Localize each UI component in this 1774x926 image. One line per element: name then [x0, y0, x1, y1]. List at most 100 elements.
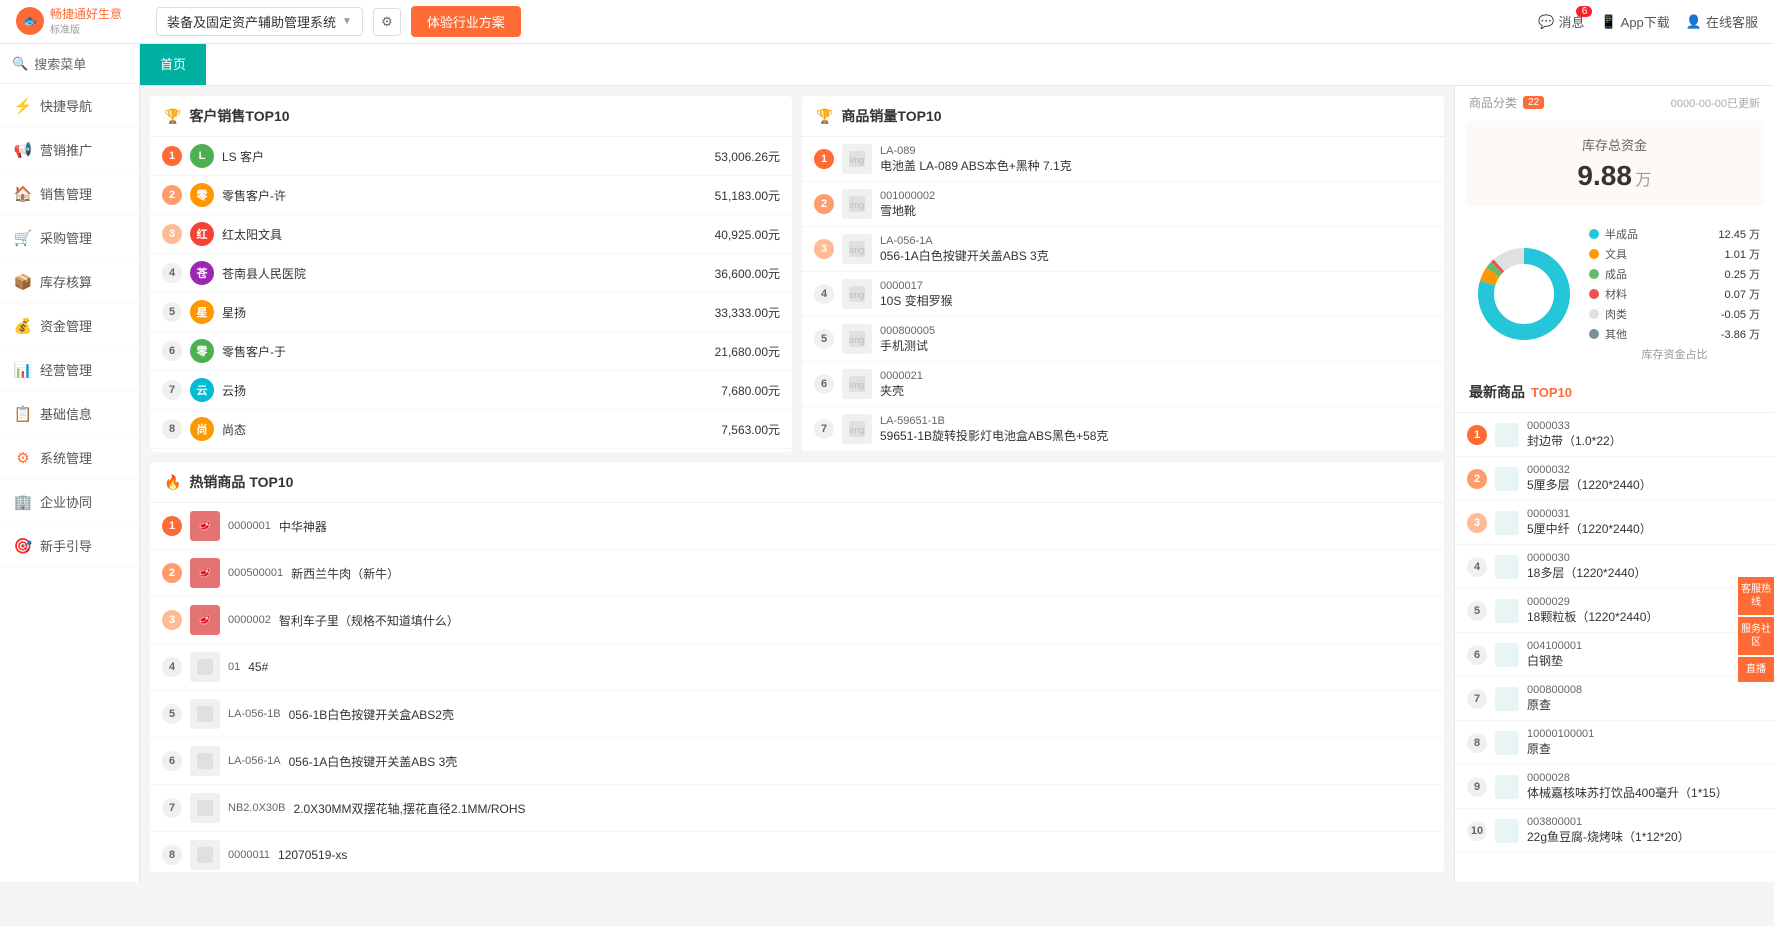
search-menu-button[interactable]: 🔍 搜索菜单 [0, 44, 139, 84]
table-row: 1 img LA-089 电池盖 LA-089 ABS本色+黑种 7.1克 [802, 137, 1444, 182]
table-row: 8 尚 尚态 7,563.00元 [150, 410, 792, 449]
donut-chart [1469, 239, 1579, 349]
legend-name: 成品 [1605, 266, 1719, 282]
legend-value: 12.45 万 [1718, 226, 1760, 242]
sidebar-item-system[interactable]: ⚙ 系统管理 [0, 436, 139, 480]
inventory-label: 库存总资金 [1479, 135, 1750, 154]
product-name: 夹壳 [880, 382, 1432, 399]
product-code: 0000030 [1527, 552, 1762, 564]
product-code: 0000028 [1527, 772, 1762, 784]
category-label: 商品分类 [1469, 94, 1517, 111]
svg-text:img: img [850, 380, 865, 390]
customer-amount: 33,333.00元 [715, 304, 780, 321]
product-info: 0000033 封边带（1.0*22） [1527, 420, 1762, 449]
table-row: 4 苍 苍南县人民医院 36,600.00元 [150, 254, 792, 293]
legend-value: 0.07 万 [1725, 286, 1760, 302]
product-code: LA-056-1A [228, 755, 281, 767]
product-code: 0000011 [228, 849, 270, 861]
customer-name: 尚态 [222, 421, 713, 438]
app-download-button[interactable]: 📱 App下载 [1600, 12, 1669, 31]
sidebar-item-basic[interactable]: 📋 基础信息 [0, 392, 139, 436]
sidebar-item-inventory[interactable]: 📦 库存核算 [0, 260, 139, 304]
settings-button[interactable]: ⚙ [373, 8, 401, 36]
avatar: 红 [190, 222, 214, 246]
product-image: 🥩 [190, 558, 220, 588]
inventory-category-header: 商品分类 22 0000-00-00已更新 [1455, 86, 1774, 111]
app-icon: 📱 [1600, 14, 1616, 30]
hot-icon: 🔥 [164, 474, 181, 491]
product-code: NB2.0X30B [228, 802, 285, 814]
product-thumb [1495, 511, 1519, 535]
customer-name: 零售客户-许 [222, 187, 707, 204]
service-float-button[interactable]: 服务社区 [1738, 617, 1774, 655]
sidebar-label-finance: 资金管理 [40, 316, 92, 335]
customer-name: LS 客户 [222, 148, 707, 165]
service-float-button[interactable]: 直播 [1738, 657, 1774, 682]
legend-name: 文具 [1605, 246, 1719, 262]
list-item: 8 10000100001 原查 [1455, 721, 1774, 765]
legend-name: 其他 [1605, 326, 1715, 342]
rank-number: 1 [162, 146, 182, 166]
list-item: 10 003800001 22g鱼豆腐-烧烤味（1*12*20） [1455, 809, 1774, 853]
rank-number: 4 [162, 657, 182, 677]
product-thumb [1495, 819, 1519, 843]
sidebar-item-purchase[interactable]: 🛒 采购管理 [0, 216, 139, 260]
product-image: img [842, 144, 872, 174]
system-selector[interactable]: 装备及固定资产辅助管理系统 ▼ [156, 7, 363, 36]
product-code: 004100001 [1527, 640, 1762, 652]
sidebar-label-marketing: 营销推广 [40, 140, 92, 159]
legend-value: 0.25 万 [1725, 266, 1760, 282]
legend-value: 1.01 万 [1725, 246, 1760, 262]
sidebar-icon-sales: 🏠 [14, 185, 32, 203]
sidebar-icon-inventory: 📦 [14, 273, 32, 291]
sidebar-item-quick-nav[interactable]: ⚡ 快捷导航 [0, 84, 139, 128]
inventory-unit: 万 [1636, 172, 1652, 189]
product-code: LA-59651-1B [880, 415, 1432, 427]
inventory-summary: 库存总资金 9.88 万 [1465, 121, 1764, 206]
sidebar-item-guide[interactable]: 🎯 新手引导 [0, 524, 139, 568]
svg-text:img: img [850, 200, 865, 210]
service-float-button[interactable]: 客服热线 [1738, 577, 1774, 615]
new-products-title: 最新商品 [1469, 382, 1525, 402]
product-code: LA-056-1B [228, 708, 281, 720]
product-name: 22g鱼豆腐-烧烤味（1*12*20） [1527, 828, 1762, 845]
list-item: 7 NB2.0X30B 2.0X30MM双摆花轴,摆花直径2.1MM/ROHS [150, 785, 1444, 832]
product-name: 电池盖 LA-089 ABS本色+黑种 7.1克 [880, 157, 1432, 174]
message-button[interactable]: 💬 消息 6 [1538, 12, 1584, 31]
product-code: 0000017 [880, 280, 1432, 292]
rank-number: 4 [162, 263, 182, 283]
sidebar-label-operations: 经营管理 [40, 360, 92, 379]
sidebar-item-operations[interactable]: 📊 经营管理 [0, 348, 139, 392]
avatar: 零 [190, 183, 214, 207]
product-code: 01 [228, 661, 240, 673]
customer-amount: 36,600.00元 [715, 265, 780, 282]
logo-icon: 🐟 [16, 7, 44, 35]
sidebar-item-finance[interactable]: 💰 资金管理 [0, 304, 139, 348]
sidebar-item-sales[interactable]: 🏠 销售管理 [0, 172, 139, 216]
system-name: 装备及固定资产辅助管理系统 [167, 12, 336, 31]
product-info: 001000002 雪地靴 [880, 190, 1432, 219]
top-rankings: 🏆 客户销售TOP10 1 L LS 客户 53,006.26元 2 零 零售客… [150, 96, 1444, 452]
list-item: 8 0000011 12070519-xs [150, 832, 1444, 872]
rank-number: 3 [1467, 513, 1487, 533]
legend-dot [1589, 289, 1599, 299]
update-time: 0000-00-00已更新 [1671, 95, 1760, 111]
legend-item: 肉类 -0.05 万 [1589, 306, 1760, 322]
sidebar-item-marketing[interactable]: 📢 营销推广 [0, 128, 139, 172]
trial-button[interactable]: 体验行业方案 [411, 6, 521, 37]
online-service-button[interactable]: 👤 在线客服 [1686, 12, 1758, 31]
product-info: 000800005 手机测试 [880, 325, 1432, 354]
list-item: 3 0000031 5厘中纤（1220*2440） [1455, 501, 1774, 545]
svg-text:img: img [850, 425, 865, 435]
customer-rank-table: 1 L LS 客户 53,006.26元 2 零 零售客户-许 51,183.0… [150, 137, 792, 449]
tab-home[interactable]: 首页 [140, 44, 206, 85]
product-name: 12070519-xs [278, 848, 1432, 862]
rank-number: 7 [162, 798, 182, 818]
customer-name: 云扬 [222, 382, 713, 399]
rank-number: 4 [1467, 557, 1487, 577]
sidebar-icon-guide: 🎯 [14, 537, 32, 555]
product-image [190, 746, 220, 776]
rank-number: 2 [814, 194, 834, 214]
product-rank-table: 1 img LA-089 电池盖 LA-089 ABS本色+黑种 7.1克 2 … [802, 137, 1444, 452]
sidebar-item-company[interactable]: 🏢 企业协同 [0, 480, 139, 524]
